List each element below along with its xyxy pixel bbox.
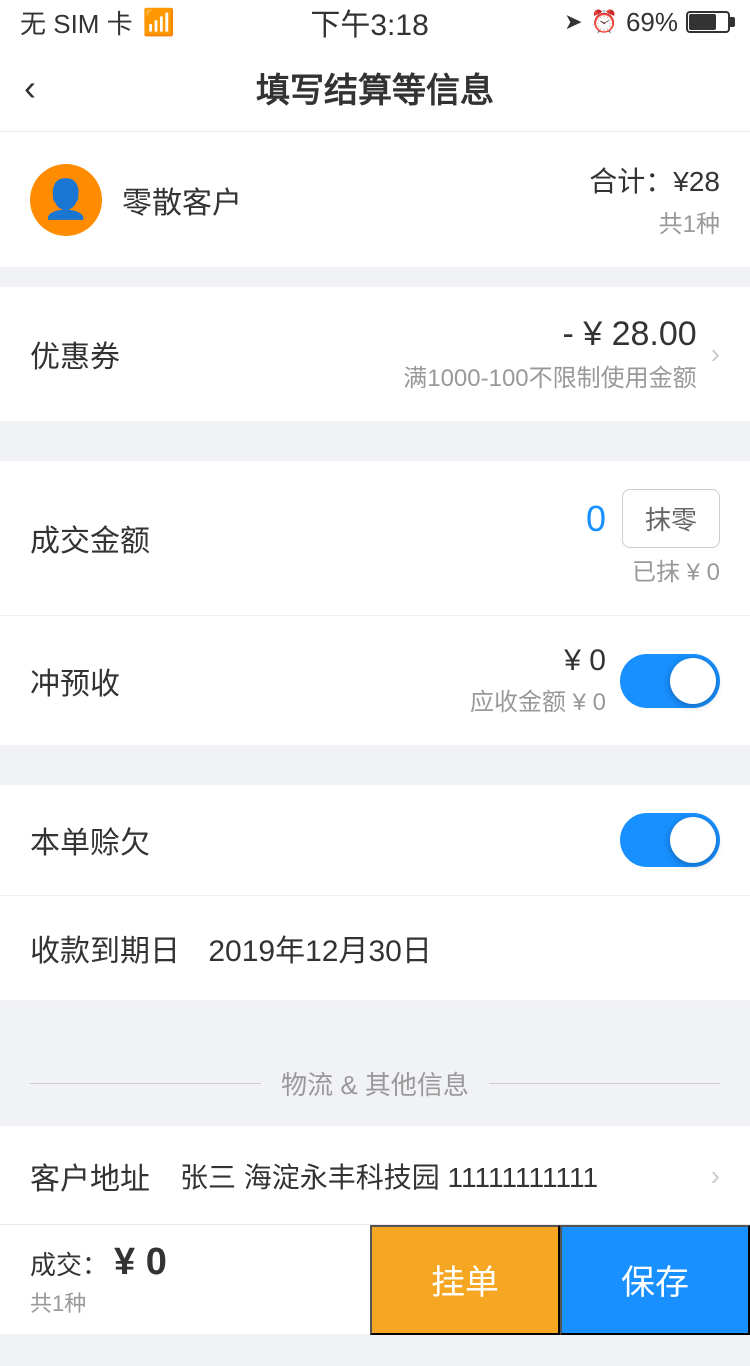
battery-text: 69%	[626, 7, 678, 38]
coupon-section: 优惠券 - ¥ 28.00 满1000-100不限制使用金额 ›	[0, 287, 750, 421]
status-left: 无 SIM 卡 📶	[20, 4, 175, 41]
page-content: 👤 零散客户 合计：¥28 共1种 优惠券 - ¥ 28.00 满1000-10…	[0, 132, 750, 1366]
discount-info: - ¥ 28.00 满1000-100不限制使用金额	[403, 315, 696, 393]
status-time: 下午3:18	[310, 0, 428, 44]
logistics-header: 物流 & 其他信息	[0, 1041, 750, 1126]
transaction-sub: 已抹 ¥ 0	[632, 552, 720, 587]
status-bar: 无 SIM 卡 📶 下午3:18 ➤ ⏰ 69%	[0, 0, 750, 44]
status-right: ➤ ⏰ 69%	[564, 7, 730, 38]
address-row[interactable]: 客户地址 张三 海淀永丰科技园 11111111111 ›	[0, 1126, 750, 1226]
section-divider-1	[0, 441, 750, 461]
transaction-value: 0	[586, 498, 606, 540]
logistics-line-right	[489, 1083, 720, 1084]
coupon-row[interactable]: 优惠券 - ¥ 28.00 满1000-100不限制使用金额 ›	[0, 287, 750, 421]
prepaid-label: 冲预收	[30, 659, 120, 703]
customer-row: 👤 零散客户 合计：¥28 共1种	[0, 132, 750, 267]
total-amount: 合计：¥28	[589, 160, 720, 200]
section-divider-3	[0, 1021, 750, 1041]
back-button[interactable]: ‹	[24, 67, 36, 109]
carrier-text: 无 SIM 卡	[20, 4, 133, 41]
debt-right	[620, 813, 720, 867]
customer-total: 合计：¥28 共1种	[589, 160, 720, 239]
prepaid-amount-info: ¥ 0 应收金额 ¥ 0	[470, 644, 606, 717]
prepaid-right: ¥ 0 应收金额 ¥ 0	[470, 644, 720, 717]
debt-label: 本单赊欠	[30, 818, 150, 862]
discount-desc: 满1000-100不限制使用金额	[403, 358, 696, 393]
prepaid-row: 冲预收 ¥ 0 应收金额 ¥ 0	[0, 616, 750, 745]
debt-toggle-knob	[670, 817, 716, 863]
section-divider-2	[0, 765, 750, 785]
customer-name: 零散客户	[122, 178, 242, 222]
due-date-row: 收款到期日 2019年12月30日	[0, 896, 750, 1001]
hold-order-button[interactable]: 挂单	[370, 1225, 560, 1335]
total-count: 共1种	[589, 204, 720, 239]
prepaid-toggle[interactable]	[620, 654, 720, 708]
due-date-label: 收款到期日	[30, 935, 180, 968]
customer-info: 👤 零散客户	[30, 164, 242, 236]
user-icon: 👤	[42, 178, 89, 222]
avatar: 👤	[30, 164, 102, 236]
bottom-bar: 成交： ¥ 0 共1种 挂单 保存	[0, 1224, 750, 1334]
prepaid-amount: ¥ 0	[470, 644, 606, 678]
bottom-transaction-amount: ¥ 0	[114, 1241, 167, 1284]
bottom-transaction-count: 共1种	[30, 1286, 340, 1318]
address-chevron-icon: ›	[711, 1160, 720, 1192]
debt-row: 本单赊欠	[0, 785, 750, 896]
chevron-right-icon: ›	[711, 338, 720, 370]
bottom-transaction-line: 成交： ¥ 0	[30, 1241, 340, 1284]
address-value: 张三 海淀永丰科技园 11111111111	[180, 1156, 681, 1196]
coupon-right: - ¥ 28.00 满1000-100不限制使用金额 ›	[403, 315, 720, 393]
toggle-knob	[670, 658, 716, 704]
logistics-text: 物流 & 其他信息	[281, 1065, 469, 1102]
nav-bar: ‹ 填写结算等信息	[0, 44, 750, 132]
alarm-icon: ⏰	[591, 9, 618, 35]
save-button[interactable]: 保存	[560, 1225, 750, 1335]
transaction-row: 成交金额 0 抹零 已抹 ¥ 0	[0, 461, 750, 616]
coupon-label: 优惠券	[30, 332, 120, 376]
bottom-transaction-label: 成交：	[30, 1245, 108, 1282]
address-section: 客户地址 张三 海淀永丰科技园 11111111111 ›	[0, 1126, 750, 1226]
transaction-section: 成交金额 0 抹零 已抹 ¥ 0 冲预收 ¥ 0 应收金额 ¥ 0	[0, 461, 750, 745]
bottom-summary: 成交： ¥ 0 共1种	[0, 1241, 370, 1318]
discount-amount: - ¥ 28.00	[403, 315, 696, 354]
transaction-label: 成交金额	[30, 516, 150, 560]
wifi-icon: 📶	[143, 7, 175, 38]
location-icon: ➤	[564, 9, 582, 35]
round-zero-button[interactable]: 抹零	[622, 489, 720, 548]
battery-icon	[686, 11, 730, 33]
debt-toggle[interactable]	[620, 813, 720, 867]
logistics-line-left	[30, 1083, 261, 1084]
address-label: 客户地址	[30, 1154, 150, 1198]
transaction-row-right: 0 抹零	[586, 489, 720, 548]
page-title: 填写结算等信息	[256, 63, 494, 112]
due-date-value: 2019年12月30日	[208, 935, 431, 968]
prepaid-sub: 应收金额 ¥ 0	[470, 682, 606, 717]
transaction-right: 0 抹零 已抹 ¥ 0	[586, 489, 720, 587]
debt-section: 本单赊欠 收款到期日 2019年12月30日	[0, 785, 750, 1001]
